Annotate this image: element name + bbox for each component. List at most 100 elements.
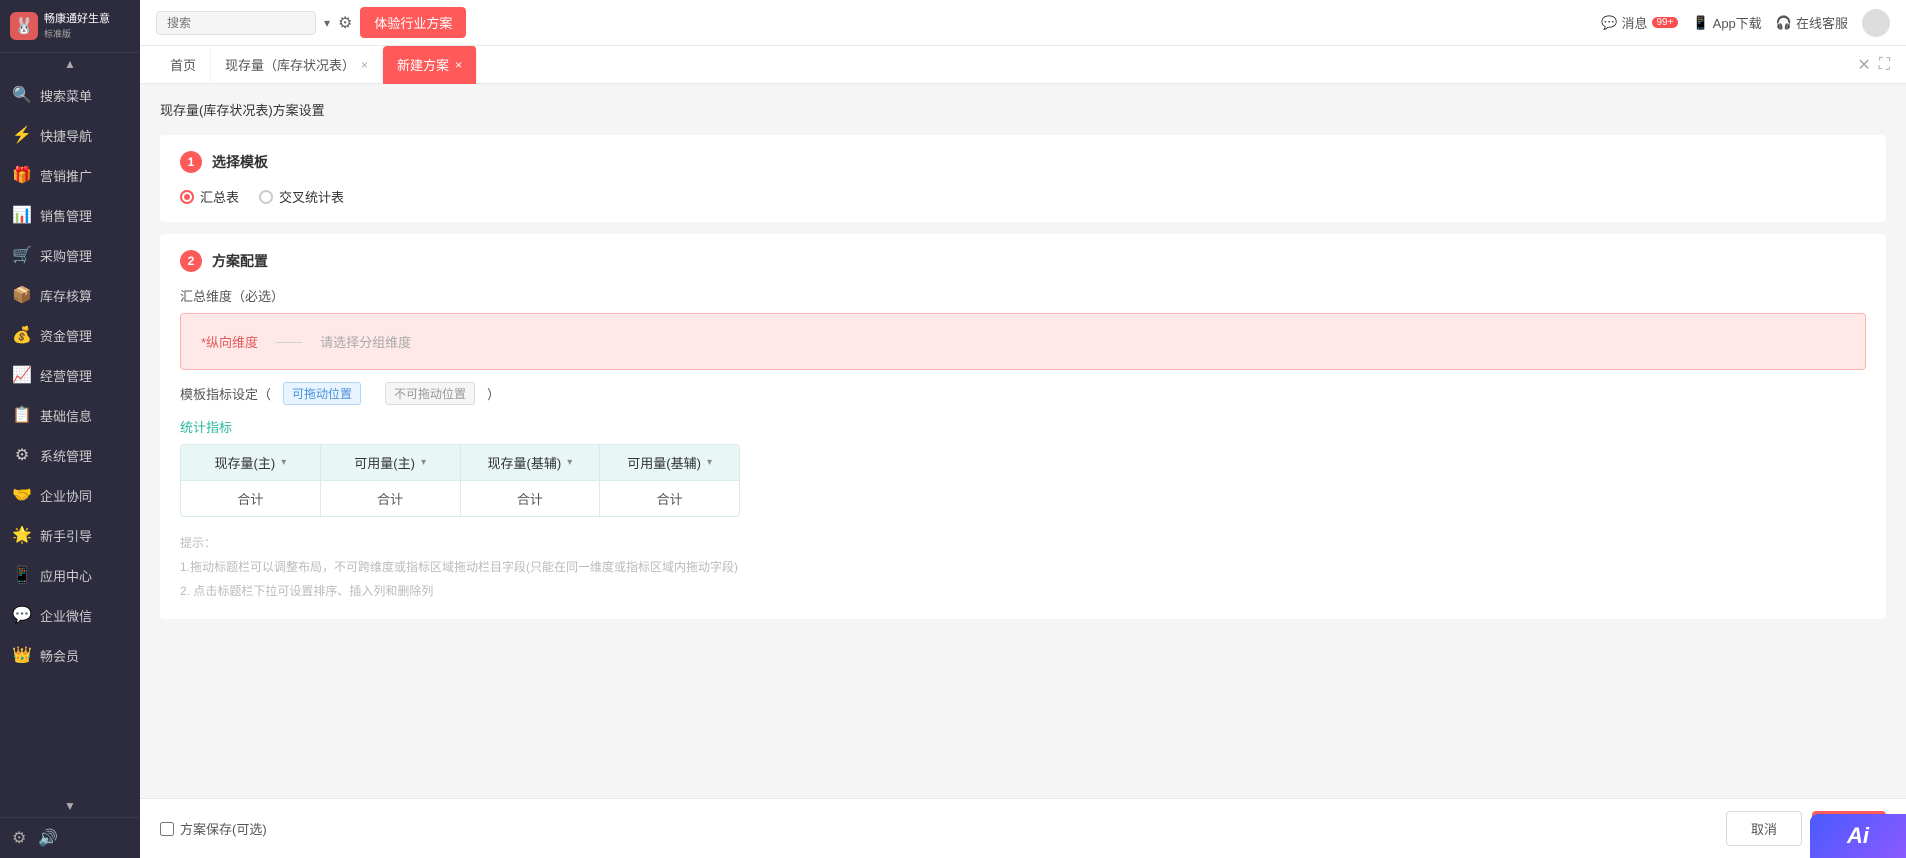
step2-num: 2 <box>180 250 202 272</box>
sidebar-item-label: 资金管理 <box>40 326 92 345</box>
col-dropdown-0[interactable]: ▾ <box>281 457 286 468</box>
col-dropdown-1[interactable]: ▾ <box>421 457 426 468</box>
tab-inventory-close-icon[interactable]: × <box>361 58 368 72</box>
avatar[interactable] <box>1862 9 1890 37</box>
sidebar-item-label: 营销推广 <box>40 166 92 185</box>
topbar-dropdown-icon[interactable]: ▾ <box>324 16 330 30</box>
content-area: 现存量(库存状况表)方案设置 1 选择模板 汇总表 交叉统计表 2 <box>140 84 1906 798</box>
sidebar-item-marketing[interactable]: 🎁 营销推广 <box>0 155 140 195</box>
sidebar-item-label: 应用中心 <box>40 566 92 585</box>
col-header-2[interactable]: 现存量(基辅) ▾ <box>461 445 601 480</box>
sidebar-scroll-up[interactable]: ▲ <box>0 53 140 75</box>
radio-summary-label: 汇总表 <box>200 187 239 206</box>
sidebar-item-inventory[interactable]: 📦 库存核算 <box>0 275 140 315</box>
tab-home[interactable]: 首页 <box>156 46 211 84</box>
topbar: ▾ ⚙ 体验行业方案 💬 消息 99+ 📱 App下载 🎧 在线客服 <box>140 0 1906 46</box>
vertical-dimension-dash: —— <box>276 334 302 349</box>
sidebar-item-operation[interactable]: 📈 经营管理 <box>0 355 140 395</box>
col-header-0[interactable]: 现存量(主) ▾ <box>181 445 321 480</box>
settings-bottom-icon[interactable]: ⚙ <box>12 828 26 848</box>
sidebar-item-member[interactable]: 👑 畅会员 <box>0 635 140 675</box>
step2-card: 2 方案配置 汇总维度（必选） *纵向维度 —— 请选择分组维度 模板指标设定（… <box>160 234 1886 619</box>
sidebar-item-label: 采购管理 <box>40 246 92 265</box>
sidebar-item-label: 企业微信 <box>40 606 92 625</box>
tab-new-plan-label: 新建方案 <box>397 55 449 74</box>
radio-cross-dot <box>259 190 273 204</box>
col-header-1[interactable]: 可用量(主) ▾ <box>321 445 461 480</box>
sidebar-item-label: 新手引导 <box>40 526 92 545</box>
close-panel-icon[interactable]: ✕ <box>1857 55 1870 75</box>
member-icon: 👑 <box>12 645 32 665</box>
topbar-left: ▾ ⚙ 体验行业方案 <box>156 7 1591 38</box>
stats-section-label: 统计指标 <box>180 417 1866 436</box>
save-option-label: 方案保存(可选) <box>180 819 267 838</box>
sidebar-item-purchase[interactable]: 🛒 采购管理 <box>0 235 140 275</box>
logo-icon: 🐰 <box>10 12 38 40</box>
sidebar-item-base-info[interactable]: 📋 基础信息 <box>0 395 140 435</box>
volume-icon[interactable]: 🔊 <box>38 828 58 848</box>
finance-icon: 💰 <box>12 325 32 345</box>
tip-label: 提示： <box>180 531 1866 555</box>
topbar-search-input[interactable] <box>156 11 316 35</box>
sidebar-item-label: 经营管理 <box>40 366 92 385</box>
col-dropdown-2[interactable]: ▾ <box>567 457 572 468</box>
newbie-icon: 🌟 <box>12 525 32 545</box>
sidebar-item-cooperation[interactable]: 🤝 企业协同 <box>0 475 140 515</box>
expand-panel-icon[interactable]: ⛶ <box>1879 56 1890 74</box>
sidebar-item-search[interactable]: 🔍 搜索菜单 <box>0 75 140 115</box>
tab-new-plan-close-icon[interactable]: × <box>455 58 462 72</box>
headset-icon: 🎧 <box>1776 15 1792 31</box>
sidebar-item-sales[interactable]: 📊 销售管理 <box>0 195 140 235</box>
apps-icon: 📱 <box>12 565 32 585</box>
main-panel: ▾ ⚙ 体验行业方案 💬 消息 99+ 📱 App下载 🎧 在线客服 首页 <box>140 0 1906 858</box>
save-checkbox[interactable] <box>160 822 174 836</box>
sidebar-item-quick-nav[interactable]: ⚡ 快捷导航 <box>0 115 140 155</box>
vertical-dimension-box[interactable]: *纵向维度 —— 请选择分组维度 <box>180 313 1866 370</box>
trial-btn[interactable]: 体验行业方案 <box>360 7 466 38</box>
sidebar-item-system[interactable]: ⚙ 系统管理 <box>0 435 140 475</box>
quick-nav-icon: ⚡ <box>12 125 32 145</box>
sidebar-item-label: 库存核算 <box>40 286 92 305</box>
topbar-settings-icon[interactable]: ⚙ <box>338 13 352 33</box>
sidebar-scroll-down[interactable]: ▼ <box>0 795 140 817</box>
online-service-btn[interactable]: 🎧 在线客服 <box>1776 13 1848 32</box>
app-download-btn[interactable]: 📱 App下载 <box>1692 13 1761 32</box>
radio-summary-table[interactable]: 汇总表 <box>180 187 239 206</box>
sidebar-item-wechat[interactable]: 💬 企业微信 <box>0 595 140 635</box>
sidebar-item-apps[interactable]: 📱 应用中心 <box>0 555 140 595</box>
sidebar-item-finance[interactable]: 💰 资金管理 <box>0 315 140 355</box>
cooperation-icon: 🤝 <box>12 485 32 505</box>
messages-btn[interactable]: 💬 消息 99+ <box>1601 13 1678 32</box>
indicator-suffix: ） <box>487 384 500 403</box>
tip-1: 1.拖动标题栏可以调整布局，不可跨维度或指标区域拖动栏目字段(只能在同一维度或指… <box>180 555 1866 579</box>
sidebar-item-newbie[interactable]: 🌟 新手引导 <box>0 515 140 555</box>
cancel-button[interactable]: 取消 <box>1726 811 1802 846</box>
step1-num: 1 <box>180 151 202 173</box>
radio-summary-dot <box>180 190 194 204</box>
cell-0: 合计 <box>181 481 321 516</box>
message-icon: 💬 <box>1601 15 1617 31</box>
footer-bar: 方案保存(可选) 取消 查询 <box>140 798 1906 858</box>
tab-inventory-label: 现存量（库存状况表） <box>225 55 355 74</box>
radio-cross-table[interactable]: 交叉统计表 <box>259 187 344 206</box>
sidebar-item-label: 销售管理 <box>40 206 92 225</box>
tabs-bar: 首页 现存量（库存状况表） × 新建方案 × ✕ ⛶ <box>140 46 1906 84</box>
messages-label: 消息 <box>1621 13 1647 32</box>
tab-new-plan[interactable]: 新建方案 × <box>383 46 477 84</box>
base-info-icon: 📋 <box>12 405 32 425</box>
tip-2: 2. 点击标题栏下拉可设置排序、插入列和删除列 <box>180 579 1866 603</box>
sidebar-item-label: 系统管理 <box>40 446 92 465</box>
sidebar-nav: ⚡ 快捷导航 🎁 营销推广 📊 销售管理 🛒 采购管理 📦 库存核算 💰 资金管… <box>0 115 140 795</box>
sidebar-logo: 🐰 畅康通好生意 标准版 <box>0 0 140 53</box>
vertical-dimension-label: *纵向维度 <box>201 332 258 351</box>
ai-badge[interactable]: Ai <box>1810 814 1906 858</box>
save-option: 方案保存(可选) <box>160 819 1716 838</box>
sidebar-item-label: 快捷导航 <box>40 126 92 145</box>
step1-card: 1 选择模板 汇总表 交叉统计表 <box>160 135 1886 222</box>
operation-icon: 📈 <box>12 365 32 385</box>
tab-inventory-status[interactable]: 现存量（库存状况表） × <box>211 46 383 84</box>
col-dropdown-3[interactable]: ▾ <box>707 457 712 468</box>
col-header-3[interactable]: 可用量(基辅) ▾ <box>600 445 739 480</box>
col-label-0: 现存量(主) <box>215 453 276 472</box>
col-label-3: 可用量(基辅) <box>627 453 701 472</box>
